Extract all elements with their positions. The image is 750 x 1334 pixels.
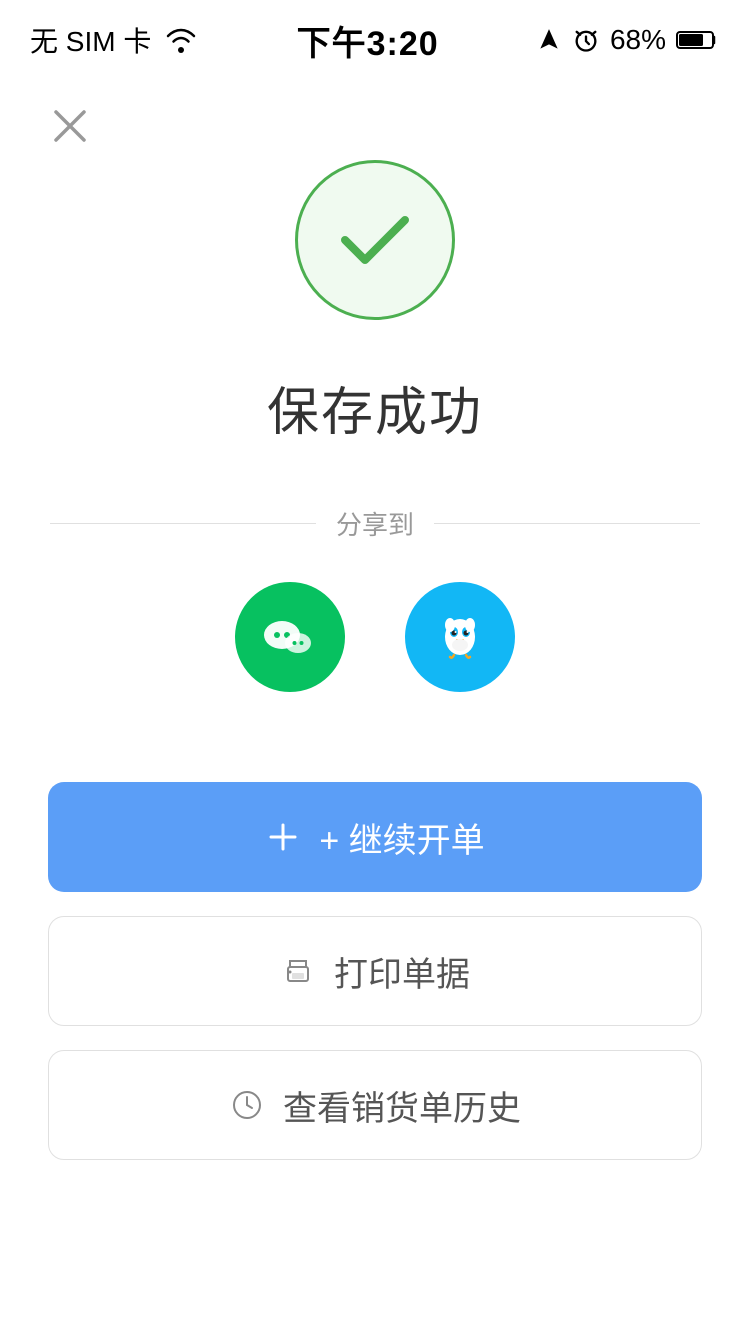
plus-icon (265, 819, 301, 855)
continue-button[interactable]: + 继续开单 (48, 782, 702, 892)
clock-icon (229, 1087, 265, 1123)
share-section: 分享到 (0, 505, 750, 692)
wechat-icon (258, 605, 322, 669)
status-bar: 无 SIM 卡 下午3:20 68% (0, 0, 750, 80)
history-button[interactable]: 查看销货单历史 (48, 1050, 702, 1160)
main-content: 保存成功 分享到 (0, 80, 750, 1160)
print-button[interactable]: 打印单据 (48, 916, 702, 1026)
share-icons-row (235, 582, 515, 692)
checkmark-icon (330, 195, 420, 285)
battery-percent: 68% (610, 24, 666, 56)
history-label: 查看销货单历史 (283, 1081, 521, 1130)
success-circle (295, 160, 455, 320)
location-icon (536, 27, 562, 53)
divider-left (50, 523, 316, 524)
printer-icon (280, 953, 316, 989)
status-time: 下午3:20 (297, 16, 439, 65)
status-right: 68% (536, 24, 720, 56)
continue-label: + 继续开单 (319, 813, 484, 862)
alarm-icon (572, 26, 600, 54)
carrier-label: 无 SIM 卡 (30, 20, 151, 60)
battery-icon (676, 28, 720, 52)
print-label: 打印单据 (334, 947, 470, 996)
wechat-share-button[interactable] (235, 582, 345, 692)
share-label: 分享到 (316, 505, 434, 542)
close-button[interactable] (40, 96, 100, 156)
actions-section: + 继续开单 打印单据 查看销货单历史 (0, 782, 750, 1160)
success-title: 保存成功 (267, 370, 483, 445)
qq-share-button[interactable] (405, 582, 515, 692)
divider-row: 分享到 (0, 505, 750, 542)
wifi-icon (163, 27, 199, 53)
status-left: 无 SIM 卡 (30, 20, 199, 60)
divider-right (434, 523, 700, 524)
qq-icon (428, 605, 492, 669)
